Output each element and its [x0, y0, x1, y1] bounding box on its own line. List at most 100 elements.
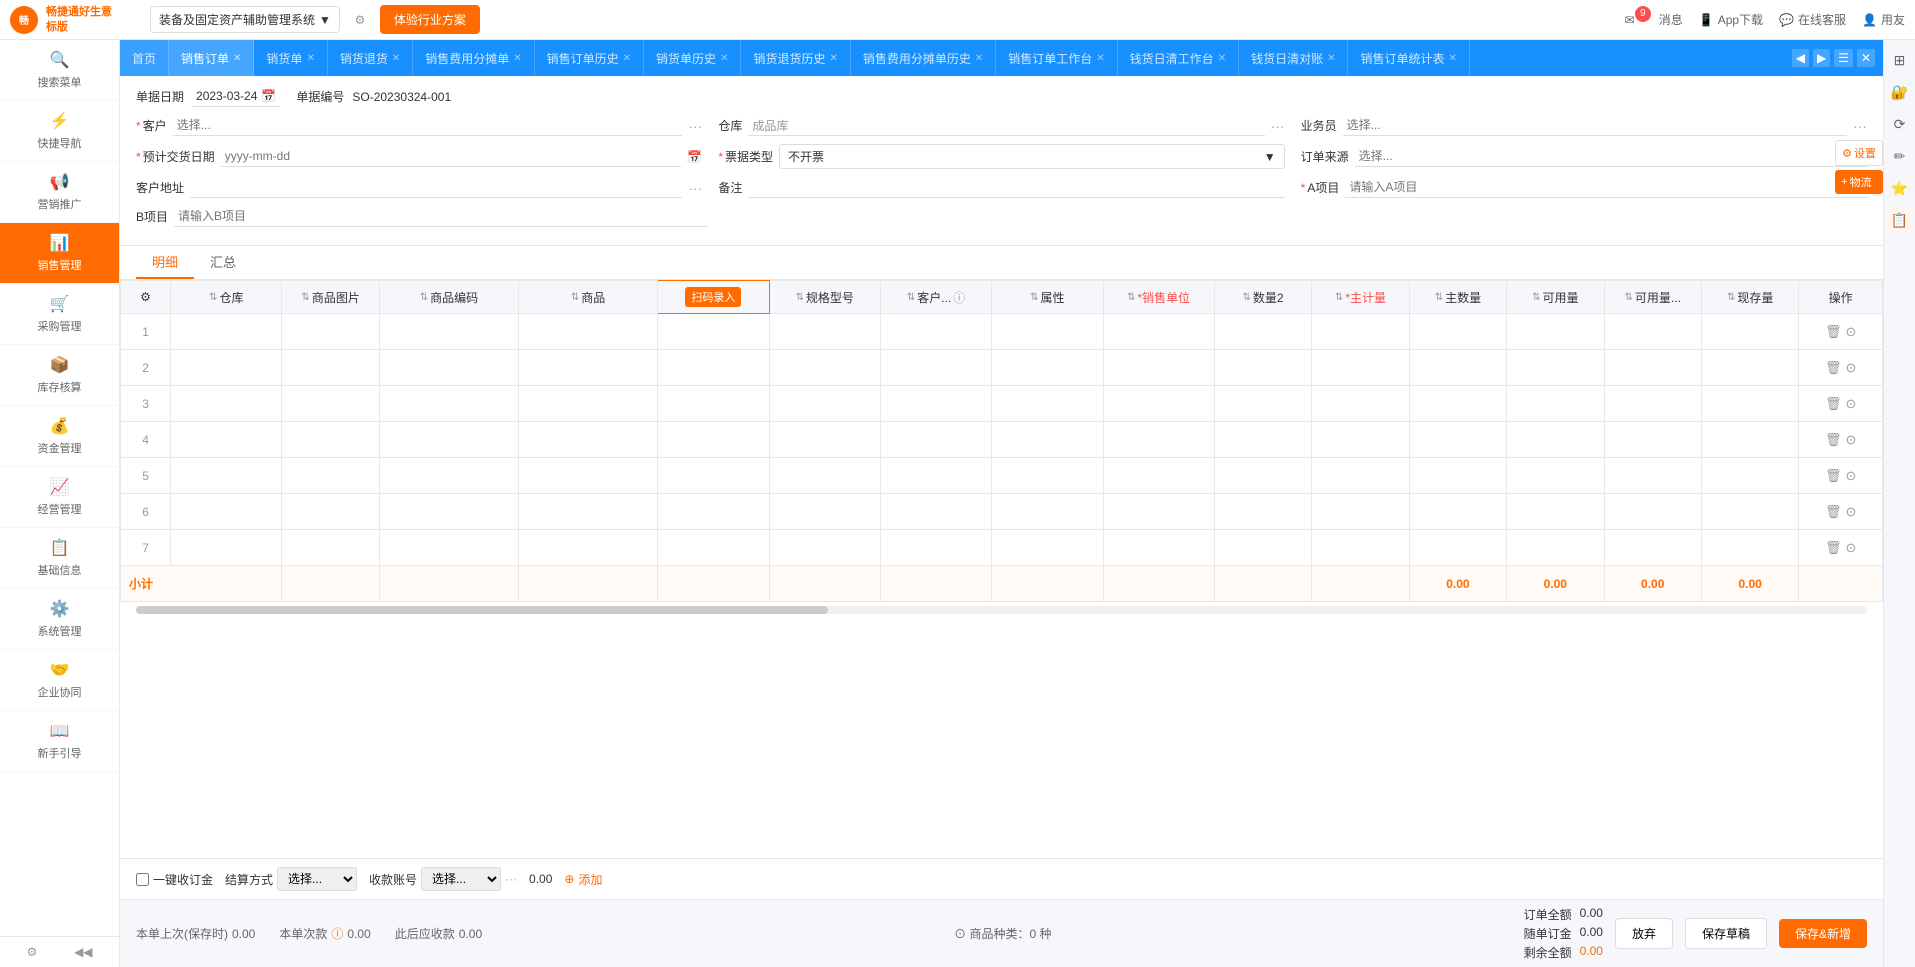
delete-row-1-btn[interactable]: 🗑	[1825, 324, 1842, 340]
row-5-customer-code[interactable]	[880, 458, 991, 494]
row-3-product[interactable]	[519, 386, 658, 422]
tab-close-return-history[interactable]: ✕	[829, 53, 837, 64]
row-7-scan[interactable]	[658, 530, 769, 566]
discard-button[interactable]: 放弃	[1615, 918, 1673, 949]
row-5-image[interactable]	[282, 458, 379, 494]
user-button[interactable]: 👤 用友	[1862, 11, 1905, 28]
row-5-avail-qty[interactable]	[1507, 458, 1604, 494]
sidebar-item-basic-info[interactable]: 📋 基础信息	[0, 528, 119, 589]
sidebar-item-search[interactable]: 🔍 搜索菜单	[0, 40, 119, 101]
tab-close-expense-split[interactable]: ✕	[513, 53, 521, 64]
row-4-spec[interactable]	[769, 422, 880, 458]
tab-close-cash-workbench[interactable]: ✕	[1218, 53, 1226, 64]
sidebar-item-enterprise[interactable]: 🤝 企业协同	[0, 650, 119, 711]
right-panel-icon-5[interactable]: ⭐	[1888, 176, 1912, 200]
tab-sales-order[interactable]: 销售订单 ✕	[169, 40, 254, 76]
sort-customer-code-icon[interactable]: ⇅	[907, 292, 915, 303]
row-1-product[interactable]	[519, 314, 658, 350]
tab-close-sales-invoice[interactable]: ✕	[306, 53, 314, 64]
sidebar-item-quick-nav[interactable]: ⚡ 快捷导航	[0, 101, 119, 162]
row-5-scan[interactable]	[658, 458, 769, 494]
sidebar-item-system[interactable]: ⚙️ 系统管理	[0, 589, 119, 650]
customer-addr-input[interactable]	[190, 177, 682, 198]
row-4-image[interactable]	[282, 422, 379, 458]
row-6-code[interactable]	[379, 494, 518, 530]
row-2-product[interactable]	[519, 350, 658, 386]
save-new-button[interactable]: 保存&新增	[1779, 919, 1867, 948]
row-3-spec[interactable]	[769, 386, 880, 422]
tab-order-history[interactable]: 销售订单历史 ✕	[535, 40, 644, 76]
tab-close-order-history[interactable]: ✕	[623, 53, 631, 64]
receipt-more-btn[interactable]: ···	[505, 872, 517, 886]
row-3-attr[interactable]	[992, 386, 1103, 422]
sort-product-icon[interactable]: ⇅	[571, 292, 579, 303]
row-6-image[interactable]	[282, 494, 379, 530]
delivery-date-input[interactable]	[221, 146, 682, 167]
tab-prev-btn[interactable]: ◀	[1792, 49, 1809, 67]
sort-image-icon[interactable]: ⇅	[301, 292, 309, 303]
tab-return-history[interactable]: 销货退货历史 ✕	[741, 40, 850, 76]
system-select[interactable]: 装备及固定资产辅助管理系统 ▼	[150, 6, 340, 33]
tab-close-expense-history[interactable]: ✕	[975, 53, 983, 64]
row-6-customer-code[interactable]	[880, 494, 991, 530]
sidebar-item-sales[interactable]: 📊 销售管理	[0, 223, 119, 284]
row-2-image[interactable]	[282, 350, 379, 386]
row-5-main-qty[interactable]	[1409, 458, 1506, 494]
row-1-code[interactable]	[379, 314, 518, 350]
row-3-code[interactable]	[379, 386, 518, 422]
copy-row-7-btn[interactable]: ⊙	[1845, 540, 1856, 556]
row-3-current-qty[interactable]	[1701, 386, 1798, 422]
row-1-qty2[interactable]	[1214, 314, 1311, 350]
tab-list-btn[interactable]: ☰	[1834, 49, 1853, 67]
row-4-customer-code[interactable]	[880, 422, 991, 458]
sidebar-item-inventory[interactable]: 📦 库存核算	[0, 345, 119, 406]
app-download-button[interactable]: 📱 App下载	[1699, 11, 1763, 28]
receipt-num-select[interactable]: 选择...	[421, 867, 501, 891]
row-4-qty2[interactable]	[1214, 422, 1311, 458]
sidebar-collapse-btn[interactable]: ◀◀	[74, 945, 92, 959]
customer-addr-more-btn[interactable]: ···	[688, 180, 702, 196]
delete-row-6-btn[interactable]: 🗑	[1825, 504, 1842, 520]
save-draft-button[interactable]: 保存草稿	[1685, 918, 1767, 949]
row-4-avail-qty[interactable]	[1507, 422, 1604, 458]
add-button[interactable]: 添加	[578, 871, 602, 888]
row-5-unit[interactable]	[1103, 458, 1214, 494]
row-4-avail-qty2[interactable]	[1604, 422, 1701, 458]
row-3-qty2[interactable]	[1214, 386, 1311, 422]
tab-sales-invoice[interactable]: 销货单 ✕	[254, 40, 327, 76]
row-3-unit[interactable]	[1103, 386, 1214, 422]
row-1-main-unit[interactable]	[1312, 314, 1409, 350]
row-7-product[interactable]	[519, 530, 658, 566]
row-5-code[interactable]	[379, 458, 518, 494]
row-6-product[interactable]	[519, 494, 658, 530]
row-6-main-unit[interactable]	[1312, 494, 1409, 530]
row-7-attr[interactable]	[992, 530, 1103, 566]
row-7-current-qty[interactable]	[1701, 530, 1798, 566]
row-1-avail-qty2[interactable]	[1604, 314, 1701, 350]
settings-float-btn[interactable]: ⚙ 设置	[1835, 140, 1883, 166]
row-5-spec[interactable]	[769, 458, 880, 494]
warehouse-more-btn[interactable]: ···	[1271, 118, 1285, 134]
row-2-scan[interactable]	[658, 350, 769, 386]
delete-row-3-btn[interactable]: 🗑	[1825, 396, 1842, 412]
row-5-main-unit[interactable]	[1312, 458, 1409, 494]
row-5-attr[interactable]	[992, 458, 1103, 494]
row-2-avail-qty2[interactable]	[1604, 350, 1701, 386]
row-2-code[interactable]	[379, 350, 518, 386]
sidebar-item-finance[interactable]: 💰 资金管理	[0, 406, 119, 467]
sidebar-item-marketing[interactable]: 📢 营销推广	[0, 162, 119, 223]
row-2-main-qty[interactable]	[1409, 350, 1506, 386]
copy-row-5-btn[interactable]: ⊙	[1845, 468, 1856, 484]
sort-attr-icon[interactable]: ⇅	[1030, 292, 1038, 303]
trial-button[interactable]: 体验行业方案	[380, 5, 480, 34]
date-input[interactable]: 2023-03-24 📅	[192, 86, 280, 107]
delete-row-2-btn[interactable]: 🗑	[1825, 360, 1842, 376]
row-6-current-qty[interactable]	[1701, 494, 1798, 530]
product-types-info[interactable]: ⊙ 商品种类：0 种	[954, 925, 1051, 942]
row-3-main-qty[interactable]	[1409, 386, 1506, 422]
scan-button[interactable]: 扫码录入	[685, 287, 741, 307]
tab-sales-return[interactable]: 销货退货 ✕	[328, 40, 413, 76]
sort-main-qty-icon[interactable]: ⇅	[1435, 292, 1443, 303]
add-float-btn[interactable]: + 物流	[1835, 170, 1883, 194]
row-3-image[interactable]	[282, 386, 379, 422]
